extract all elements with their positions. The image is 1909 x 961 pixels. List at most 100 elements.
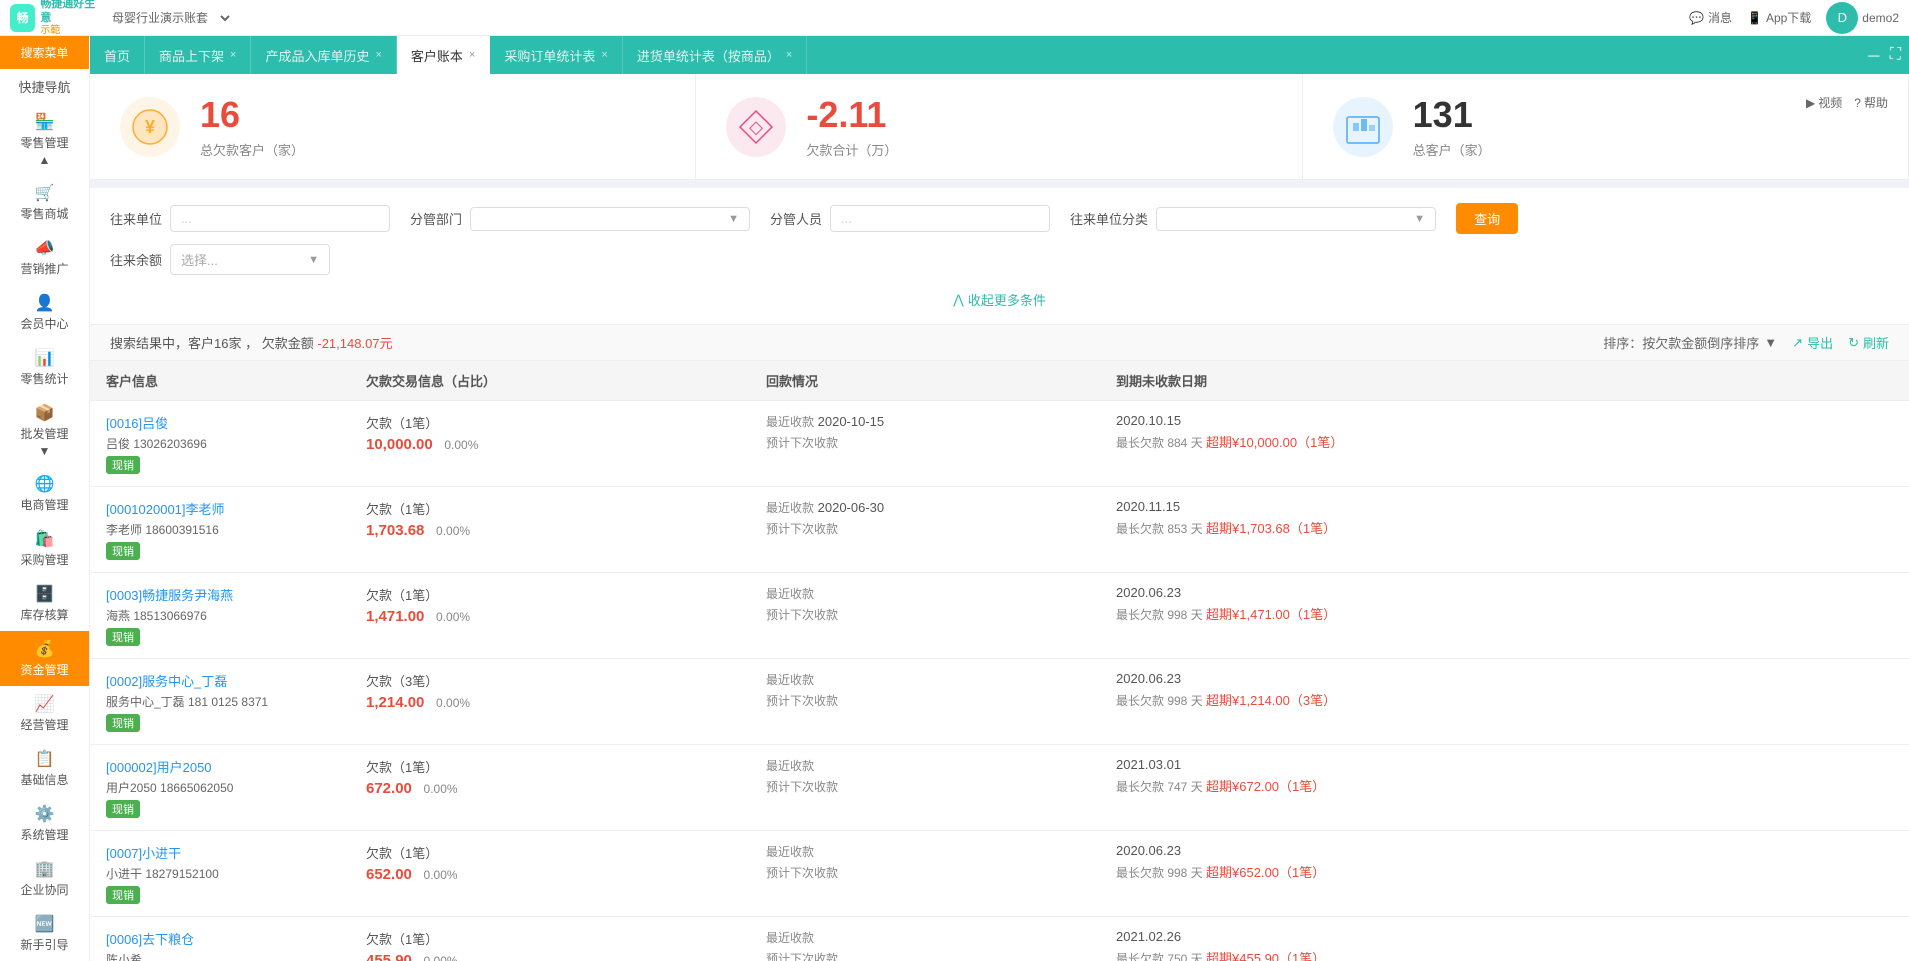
tenant-selector[interactable]: 母婴行业演示账套: [100, 10, 233, 26]
sidebar-item-inventory[interactable]: 🗄️ 库存核算: [0, 576, 89, 631]
customer-name-link[interactable]: [0006]去下粮仓: [106, 929, 334, 948]
tab-inbound-close[interactable]: ×: [786, 49, 792, 61]
overdue-link[interactable]: 超期¥1,214.00（3笔）: [1206, 693, 1336, 708]
overdue-link[interactable]: 超期¥1,471.00（1笔）: [1206, 607, 1336, 622]
refresh-btn[interactable]: ↻ 刷新: [1848, 333, 1889, 352]
payment-next: 预计下次收款: [766, 434, 1084, 451]
sidebar-item-guide[interactable]: 🆕 新手引导: [0, 906, 89, 961]
app-name: 畅捷通好生意: [40, 0, 100, 25]
sidebar-item-system[interactable]: ⚙️ 系统管理: [0, 796, 89, 851]
payment-info: 最近收款: [766, 757, 1084, 774]
sidebar-item-enterprise[interactable]: 🏢 企业协同: [0, 851, 89, 906]
payment-info: 最近收款: [766, 929, 1084, 946]
tab-minimize-btn[interactable]: －: [1866, 43, 1882, 67]
customer-name-link[interactable]: [0016]吕俊: [106, 413, 334, 432]
overdue-link[interactable]: 超期¥10,000.00（1笔）: [1206, 435, 1343, 450]
tab-customer-close[interactable]: ×: [469, 49, 475, 61]
debt-amount: 10,000.00: [366, 436, 433, 453]
tab-customer-account[interactable]: 客户账本 ×: [397, 36, 490, 74]
overdue-link[interactable]: 超期¥1,703.68（1笔）: [1206, 521, 1336, 536]
table-row: [0006]去下粮仓 陈小希 现销 欠款（1笔） 455.90 0.00% 最近…: [90, 917, 1909, 961]
collapse-btn[interactable]: ⋀ 收起更多条件: [953, 290, 1046, 309]
cell-due-3: 2020.06.23 最长欠款 998 天 超期¥1,214.00（3笔）: [1100, 659, 1909, 745]
customer-name-link[interactable]: [000002]用户2050: [106, 757, 334, 776]
cell-customer-3: [0002]服务中心_丁磊 服务中心_丁磊 181 0125 8371 现销: [90, 659, 350, 745]
overdue-link[interactable]: 超期¥652.00（1笔）: [1206, 865, 1325, 880]
cell-debt-6: 欠款（1笔） 455.90 0.00%: [350, 917, 750, 961]
svg-text:¥: ¥: [145, 117, 155, 137]
search-menu-btn[interactable]: 搜索菜单: [0, 36, 89, 69]
total-customers-icon: [1333, 97, 1393, 157]
tab-production[interactable]: 产成品入库单历史 ×: [251, 36, 396, 74]
sidebar-item-batch-mgmt[interactable]: 📦 批发管理 ▼: [0, 395, 89, 466]
stat-info-debt-amount: -2.11 欠款合计（万）: [806, 94, 897, 159]
sidebar-item-nav[interactable]: 快捷导航: [0, 69, 89, 104]
tab-maximize-btn[interactable]: ⛶: [1890, 46, 1901, 64]
overdue-date: 2020.11.15: [1116, 499, 1893, 514]
marketing-icon: 📣: [35, 238, 55, 258]
sidebar-item-operation[interactable]: 📈 经营管理: [0, 686, 89, 741]
tab-home[interactable]: 首页: [90, 36, 145, 74]
balance-select[interactable]: 选择... ▼: [170, 244, 330, 275]
export-btn[interactable]: ↗ 导出: [1792, 333, 1833, 352]
sort-btn[interactable]: 排序：按欠款金额倒序排序 ▼: [1603, 333, 1777, 352]
page-content: ¥ 16 总欠款客户（家） ◇ -2.11: [90, 74, 1909, 961]
sidebar-item-purchase[interactable]: 🛍️ 采购管理: [0, 521, 89, 576]
cell-payment-3: 最近收款 预计下次收款: [750, 659, 1100, 745]
tab-inbound-stats[interactable]: 进货单统计表（按商品） ×: [623, 36, 807, 74]
customer-phone: 小进干 18279152100: [106, 865, 334, 882]
content-area: 首页 商品上下架 × 产成品入库单历史 × 客户账本 × 采购订单统计表 ×: [90, 36, 1909, 961]
search-button[interactable]: 查询: [1456, 203, 1518, 234]
sidebar-item-retail-mgmt[interactable]: 🏪 零售管理 ▲: [0, 104, 89, 175]
dept-input[interactable]: ▼: [470, 207, 750, 231]
tab-purchase-close[interactable]: ×: [601, 49, 607, 61]
sidebar-item-retail-mall[interactable]: 🛒 零售商城: [0, 175, 89, 230]
app-download-btn[interactable]: 📱 App下载: [1747, 9, 1811, 26]
ecommerce-icon: 🌐: [35, 474, 55, 494]
customer-name-link[interactable]: [0002]服务中心_丁磊: [106, 671, 334, 690]
debt-count: 欠款（3笔）: [366, 671, 734, 690]
col-customer-info: 客户信息: [90, 361, 350, 401]
stat-card-debt-customers: ¥ 16 总欠款客户（家）: [90, 74, 696, 179]
tab-purchase-order[interactable]: 采购订单统计表 ×: [490, 36, 622, 74]
guide-icon: 🆕: [35, 914, 55, 934]
payment-next: 预计下次收款: [766, 520, 1084, 537]
customer-tag: 现销: [106, 628, 140, 646]
payment-info: 最近收款 2020-06-30: [766, 499, 1084, 516]
from-unit-input[interactable]: ...: [170, 205, 390, 232]
sidebar-item-basic[interactable]: 📋 基础信息: [0, 741, 89, 796]
customer-name-link[interactable]: [0007]小进干: [106, 843, 334, 862]
user-menu[interactable]: D demo2: [1826, 2, 1899, 34]
overdue-link[interactable]: 超期¥455.90（1笔）: [1206, 951, 1325, 961]
sidebar-item-finance[interactable]: 💰 资金管理: [0, 631, 89, 686]
sidebar-item-marketing[interactable]: 📣 营销推广: [0, 230, 89, 285]
customer-name-link[interactable]: [0001020001]李老师: [106, 499, 334, 518]
message-btn[interactable]: 💬 消息: [1689, 9, 1732, 26]
tab-products-close[interactable]: ×: [230, 49, 236, 61]
cell-customer-1: [0001020001]李老师 李老师 18600391516 现销: [90, 487, 350, 573]
tab-products[interactable]: 商品上下架 ×: [145, 36, 251, 74]
tab-production-close[interactable]: ×: [375, 49, 381, 61]
col-due-date: 到期未收款日期: [1100, 361, 1909, 401]
cell-debt-0: 欠款（1笔） 10,000.00 0.00%: [350, 401, 750, 487]
unit-class-input[interactable]: ▼: [1156, 207, 1436, 231]
help-link[interactable]: ? 帮助: [1854, 94, 1888, 111]
help-icon: ?: [1854, 96, 1861, 110]
sidebar-item-retail-stat[interactable]: 📊 零售统计: [0, 340, 89, 395]
video-link[interactable]: ▶ 视频: [1806, 94, 1842, 111]
sidebar-item-member[interactable]: 👤 会员中心: [0, 285, 89, 340]
result-info: 搜索结果中，客户16家 ， 欠款金额 -21,148.07元: [110, 333, 393, 352]
customer-name-link[interactable]: [0003]畅捷服务尹海燕: [106, 585, 334, 604]
payment-next: 预计下次收款: [766, 950, 1084, 961]
debt-count: 欠款（1笔）: [366, 499, 734, 518]
manager-input[interactable]: ...: [830, 205, 1050, 232]
overdue-link[interactable]: 超期¥672.00（1笔）: [1206, 779, 1325, 794]
tab-customer-label: 客户账本: [411, 46, 463, 65]
stat-info-total-customers: 131 总客户（家）: [1413, 94, 1491, 159]
overdue-days: 最长欠款 998 天: [1116, 694, 1206, 708]
stat-card-debt-amount: ◇ -2.11 欠款合计（万）: [696, 74, 1302, 179]
sidebar-item-ecommerce[interactable]: 🌐 电商管理: [0, 466, 89, 521]
cell-debt-2: 欠款（1笔） 1,471.00 0.00%: [350, 573, 750, 659]
table-body: [0016]吕俊 吕俊 13026203696 现销 欠款（1笔） 10,000…: [90, 401, 1909, 961]
data-table: 客户信息 欠款交易信息（占比） 回款情况 到期未收款日期 [0016]吕俊 吕俊…: [90, 361, 1909, 961]
